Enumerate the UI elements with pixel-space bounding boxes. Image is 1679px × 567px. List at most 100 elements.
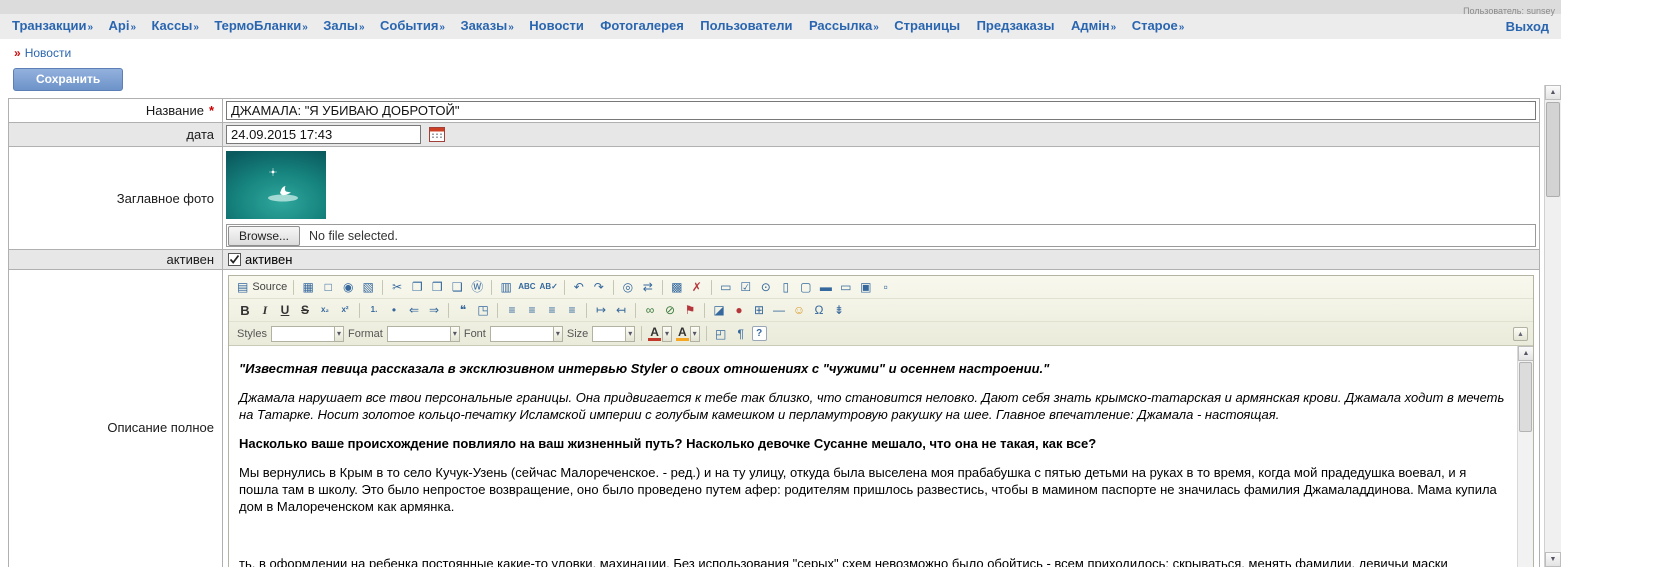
nav-item[interactable]: Страницы <box>894 18 961 33</box>
anchor-button[interactable]: ⚑ <box>681 301 699 319</box>
align-left-button[interactable]: ≡ <box>503 301 521 319</box>
text-color-button[interactable]: A ▾ <box>647 325 673 343</box>
bulleted-list-button[interactable]: • <box>385 301 403 319</box>
numbered-list-button[interactable]: 1. <box>365 301 383 319</box>
styles-combo[interactable]: Styles ▾ <box>236 325 345 343</box>
undo-button[interactable]: ↶ <box>570 278 588 296</box>
cut-button[interactable]: ✂ <box>388 278 406 296</box>
save-button[interactable]: Сохранить <box>13 68 124 91</box>
outdent-button[interactable]: ⇐ <box>405 301 423 319</box>
textarea-button[interactable]: ▢ <box>797 278 815 296</box>
nav-item[interactable]: Адмін» <box>1071 18 1116 33</box>
superscript-button[interactable]: x² <box>336 301 354 319</box>
subscript-button[interactable]: x₂ <box>316 301 334 319</box>
checkbox-button[interactable]: ☑ <box>737 278 755 296</box>
bidi-rtl-button[interactable]: ↤ <box>612 301 630 319</box>
flash-button[interactable]: ● <box>730 301 748 319</box>
image-button[interactable]: ◪ <box>710 301 728 319</box>
nav-item[interactable]: Кассы» <box>151 18 198 33</box>
editor-scrollbar-thumb[interactable] <box>1519 362 1532 432</box>
div-container-button[interactable]: ◳ <box>474 301 492 319</box>
title-input[interactable] <box>226 101 1536 120</box>
nav-item[interactable]: Заказы» <box>460 18 513 33</box>
page-scroll-up-icon[interactable]: ▲ <box>1545 85 1561 100</box>
editor-scrollbar[interactable]: ▲ <box>1517 346 1533 567</box>
toolbar-icon: ▢ <box>800 280 812 294</box>
font-combo[interactable]: Font ▾ <box>463 325 564 343</box>
browse-button[interactable]: Browse... <box>228 225 301 246</box>
unlink-button[interactable]: ⊘ <box>661 301 679 319</box>
paste-word-button[interactable]: Ⓦ <box>468 278 486 296</box>
link-button[interactable]: ∞ <box>641 301 659 319</box>
indent-button[interactable]: ⇒ <box>425 301 443 319</box>
nav-item[interactable]: Залы» <box>323 18 364 33</box>
nav-item[interactable]: Предзаказы <box>977 18 1056 33</box>
button-field-button[interactable]: ▭ <box>837 278 855 296</box>
calendar-icon[interactable] <box>429 127 446 142</box>
nav-item[interactable]: Старое» <box>1132 18 1185 33</box>
copy-button[interactable]: ❐ <box>408 278 426 296</box>
nav-item[interactable]: Api» <box>109 18 137 33</box>
nav-item[interactable]: Пользователи <box>700 18 793 33</box>
editor-content[interactable]: "Известная певица рассказала в эксклюзив… <box>229 346 1533 567</box>
toolbar-collapse-button[interactable]: ▲ <box>1513 327 1528 341</box>
source-button[interactable]: ▤ Source <box>236 278 288 296</box>
print-button[interactable]: ▥ <box>497 278 515 296</box>
preview-button[interactable]: ◉ <box>339 278 357 296</box>
save-doc-button[interactable]: ▦ <box>299 278 317 296</box>
editor-scroll-up-icon[interactable]: ▲ <box>1518 346 1533 361</box>
show-blocks-button[interactable]: ¶ <box>732 325 750 343</box>
date-input[interactable] <box>226 125 421 144</box>
bg-color-button[interactable]: A ▾ <box>675 325 701 343</box>
bidi-ltr-button[interactable]: ↦ <box>592 301 610 319</box>
bold-button[interactable]: B <box>236 301 254 319</box>
format-combo[interactable]: Format ▾ <box>347 325 461 343</box>
align-center-button[interactable]: ≡ <box>523 301 541 319</box>
replace-button[interactable]: ⇄ <box>639 278 657 296</box>
breadcrumb-link[interactable]: Новости <box>25 46 71 60</box>
size-combo[interactable]: Size ▾ <box>566 325 636 343</box>
image-button-button[interactable]: ▣ <box>857 278 875 296</box>
italic-button[interactable]: I <box>256 301 274 319</box>
smiley-button[interactable]: ☺ <box>790 301 808 319</box>
table-button[interactable]: ⊞ <box>750 301 768 319</box>
redo-button[interactable]: ↷ <box>590 278 608 296</box>
find-button[interactable]: ◎ <box>619 278 637 296</box>
paste-text-button[interactable]: ❑ <box>448 278 466 296</box>
nav-item[interactable]: События» <box>380 18 445 33</box>
select-field-button[interactable]: ▬ <box>817 278 835 296</box>
select-all-button[interactable]: ▩ <box>668 278 686 296</box>
file-input[interactable]: Browse... No file selected. <box>226 224 1536 247</box>
templates-button[interactable]: ▧ <box>359 278 377 296</box>
page-break-button[interactable]: ⇟ <box>830 301 848 319</box>
logout-link[interactable]: Выход <box>1506 19 1549 34</box>
about-button[interactable]: ? <box>751 326 767 341</box>
maximize-button[interactable]: ◰ <box>712 325 730 343</box>
form-button[interactable]: ▭ <box>717 278 735 296</box>
nav-item[interactable]: Транзакции» <box>12 18 93 33</box>
nav-item[interactable]: Рассылка» <box>809 18 879 33</box>
blockquote-button[interactable]: ❝ <box>454 301 472 319</box>
radio-button[interactable]: ⊙ <box>757 278 775 296</box>
nav-item[interactable]: Фотогалерея <box>600 18 685 33</box>
paste-button[interactable]: ❒ <box>428 278 446 296</box>
page-scroll-down-icon[interactable]: ▼ <box>1545 552 1561 567</box>
align-right-button[interactable]: ≡ <box>543 301 561 319</box>
toolbar-separator <box>448 302 449 318</box>
page-scrollbar[interactable]: ▲ ▼ <box>1544 85 1561 567</box>
scayt-button[interactable]: AB✓ <box>539 278 559 296</box>
text-field-button[interactable]: ▯ <box>777 278 795 296</box>
justify-button[interactable]: ≡ <box>563 301 581 319</box>
remove-format-button[interactable]: ✗ <box>688 278 706 296</box>
underline-button[interactable]: U <box>276 301 294 319</box>
nav-item[interactable]: ТермоБланки» <box>214 18 307 33</box>
page-scrollbar-thumb[interactable] <box>1546 102 1560 197</box>
special-char-button[interactable]: Ω <box>810 301 828 319</box>
hidden-field-button[interactable]: ▫ <box>877 278 895 296</box>
spell-check-button[interactable]: ABC <box>517 278 536 296</box>
horizontal-rule-button[interactable]: — <box>770 301 788 319</box>
new-page-button[interactable]: □ <box>319 278 337 296</box>
active-checkbox[interactable] <box>228 253 241 266</box>
strikethrough-button[interactable]: S <box>296 301 314 319</box>
nav-item[interactable]: Новости <box>529 18 585 33</box>
